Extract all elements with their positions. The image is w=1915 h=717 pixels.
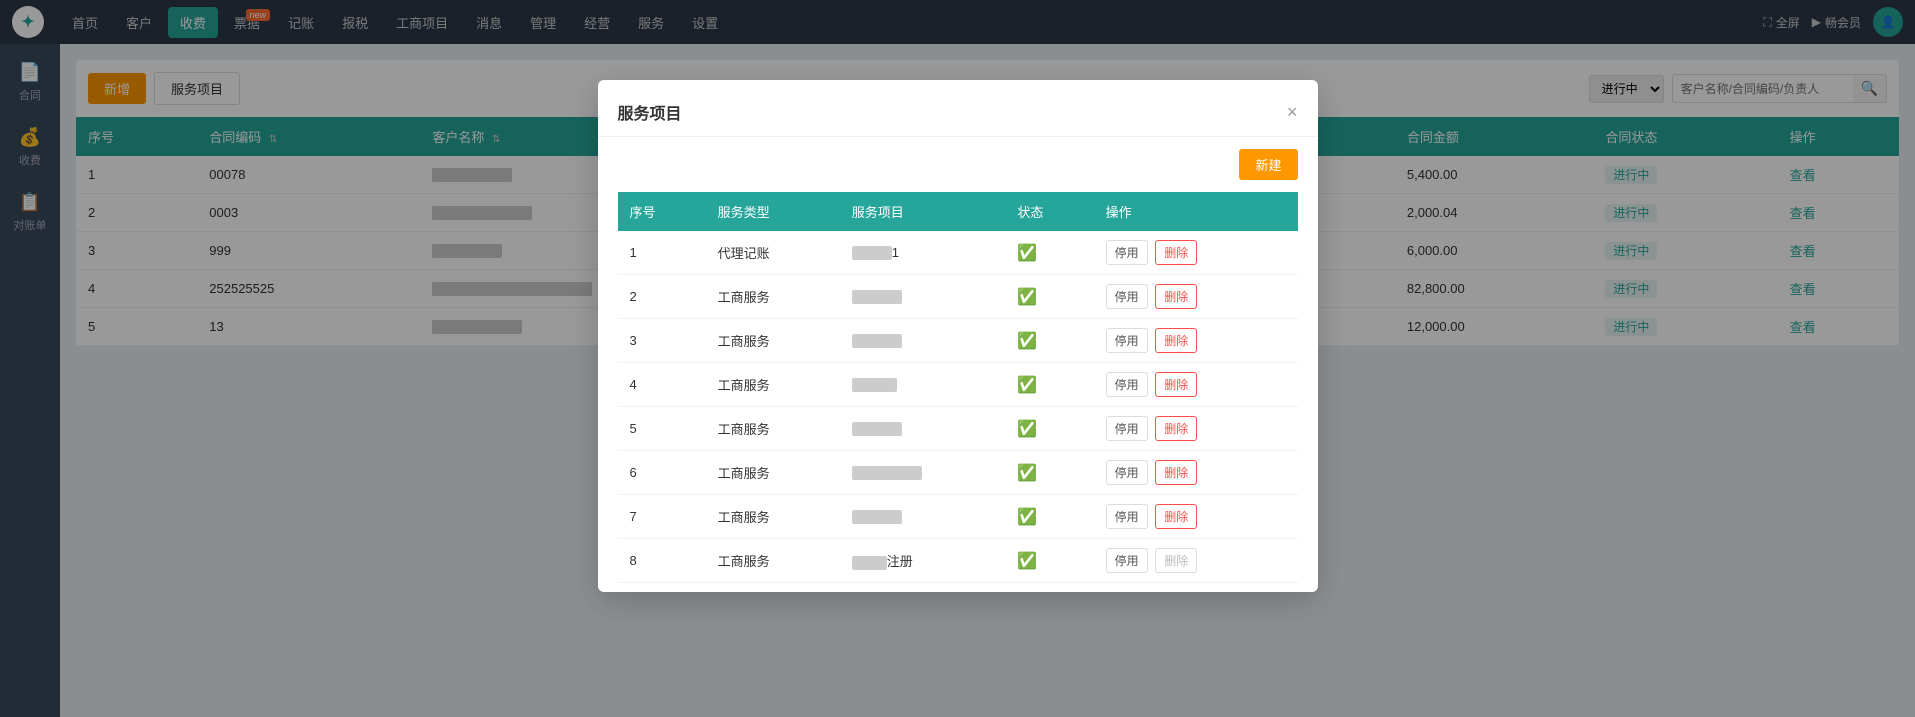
modal-cell-item: [840, 407, 1006, 451]
modal-cell-item: [840, 495, 1006, 539]
service-items-table: 序号 服务类型 服务项目 状态 操作 1 代理记账 1 ✅ 停用 删除 2 工商…: [618, 192, 1298, 583]
modal-cell-seq: 4: [618, 363, 706, 407]
modal-cell-status: ✅: [1005, 451, 1093, 495]
modal-cell-type: 工商服务: [706, 539, 840, 583]
modal-cell-type: 代理记账: [706, 231, 840, 275]
modal-cell-type: 工商服务: [706, 451, 840, 495]
stop-button[interactable]: 停用: [1106, 240, 1148, 265]
modal-col-seq: 序号: [618, 192, 706, 231]
modal-cell-type: 工商服务: [706, 363, 840, 407]
modal-cell-action: 停用 删除: [1094, 363, 1298, 407]
delete-button[interactable]: 删除: [1155, 240, 1197, 265]
modal-cell-item: [840, 451, 1006, 495]
delete-button-disabled: 删除: [1155, 548, 1197, 573]
modal-col-item: 服务项目: [840, 192, 1006, 231]
modal-cell-item: [840, 319, 1006, 363]
modal-table-header: 序号 服务类型 服务项目 状态 操作: [618, 192, 1298, 231]
modal-cell-seq: 3: [618, 319, 706, 363]
delete-button[interactable]: 删除: [1155, 504, 1197, 529]
modal-cell-item: 1: [840, 231, 1006, 275]
modal-cell-type: 工商服务: [706, 495, 840, 539]
modal-table-row: 7 工商服务 ✅ 停用 删除: [618, 495, 1298, 539]
modal-header: 服务项目 ×: [598, 80, 1318, 137]
modal-cell-type: 工商服务: [706, 407, 840, 451]
modal-new-button[interactable]: 新建: [1239, 149, 1297, 180]
modal-cell-action: 停用 删除: [1094, 407, 1298, 451]
modal-close-button[interactable]: ×: [1287, 103, 1298, 121]
modal-cell-seq: 5: [618, 407, 706, 451]
stop-button[interactable]: 停用: [1106, 416, 1148, 441]
modal-cell-action: 停用 删除: [1094, 495, 1298, 539]
delete-button[interactable]: 删除: [1155, 284, 1197, 309]
delete-button[interactable]: 删除: [1155, 372, 1197, 397]
modal-table-row: 4 工商服务 ✅ 停用 删除: [618, 363, 1298, 407]
modal-cell-status: ✅: [1005, 231, 1093, 275]
modal-cell-action: 停用 删除: [1094, 451, 1298, 495]
stop-button[interactable]: 停用: [1106, 328, 1148, 353]
stop-button[interactable]: 停用: [1106, 284, 1148, 309]
modal-table-row: 6 工商服务 ✅ 停用 删除: [618, 451, 1298, 495]
modal-body: 序号 服务类型 服务项目 状态 操作 1 代理记账 1 ✅ 停用 删除 2 工商…: [598, 192, 1318, 592]
modal-table-row: 2 工商服务 ✅ 停用 删除: [618, 275, 1298, 319]
modal-cell-type: 工商服务: [706, 275, 840, 319]
modal-table-row: 1 代理记账 1 ✅ 停用 删除: [618, 231, 1298, 275]
modal-cell-item: 注册: [840, 539, 1006, 583]
modal-cell-action: 停用 删除: [1094, 539, 1298, 583]
modal-cell-seq: 1: [618, 231, 706, 275]
modal-cell-status: ✅: [1005, 407, 1093, 451]
delete-button[interactable]: 删除: [1155, 416, 1197, 441]
modal-col-type: 服务类型: [706, 192, 840, 231]
service-modal: 服务项目 × 新建 序号 服务类型 服务项目 状态 操作: [598, 80, 1318, 592]
modal-cell-item: [840, 363, 1006, 407]
modal-table-row: 3 工商服务 ✅ 停用 删除: [618, 319, 1298, 363]
modal-col-status: 状态: [1005, 192, 1093, 231]
modal-cell-status: ✅: [1005, 495, 1093, 539]
stop-button[interactable]: 停用: [1106, 460, 1148, 485]
modal-col-action: 操作: [1094, 192, 1298, 231]
stop-button[interactable]: 停用: [1106, 548, 1148, 573]
modal-cell-seq: 7: [618, 495, 706, 539]
modal-table-row: 5 工商服务 ✅ 停用 删除: [618, 407, 1298, 451]
stop-button[interactable]: 停用: [1106, 372, 1148, 397]
stop-button[interactable]: 停用: [1106, 504, 1148, 529]
modal-cell-status: ✅: [1005, 275, 1093, 319]
modal-table-row: 8 工商服务 注册 ✅ 停用 删除: [618, 539, 1298, 583]
modal-cell-status: ✅: [1005, 319, 1093, 363]
modal-cell-seq: 2: [618, 275, 706, 319]
modal-cell-seq: 6: [618, 451, 706, 495]
modal-table-body: 1 代理记账 1 ✅ 停用 删除 2 工商服务 ✅ 停用 删除 3 工商服务 ✅…: [618, 231, 1298, 583]
modal-overlay[interactable]: 服务项目 × 新建 序号 服务类型 服务项目 状态 操作: [0, 0, 1915, 717]
modal-cell-status: ✅: [1005, 363, 1093, 407]
modal-cell-status: ✅: [1005, 539, 1093, 583]
delete-button[interactable]: 删除: [1155, 460, 1197, 485]
modal-cell-seq: 8: [618, 539, 706, 583]
modal-cell-action: 停用 删除: [1094, 275, 1298, 319]
delete-button[interactable]: 删除: [1155, 328, 1197, 353]
modal-cell-type: 工商服务: [706, 319, 840, 363]
modal-toolbar: 新建: [598, 137, 1318, 192]
modal-cell-action: 停用 删除: [1094, 319, 1298, 363]
modal-title: 服务项目: [618, 100, 682, 124]
modal-cell-item: [840, 275, 1006, 319]
modal-cell-action: 停用 删除: [1094, 231, 1298, 275]
